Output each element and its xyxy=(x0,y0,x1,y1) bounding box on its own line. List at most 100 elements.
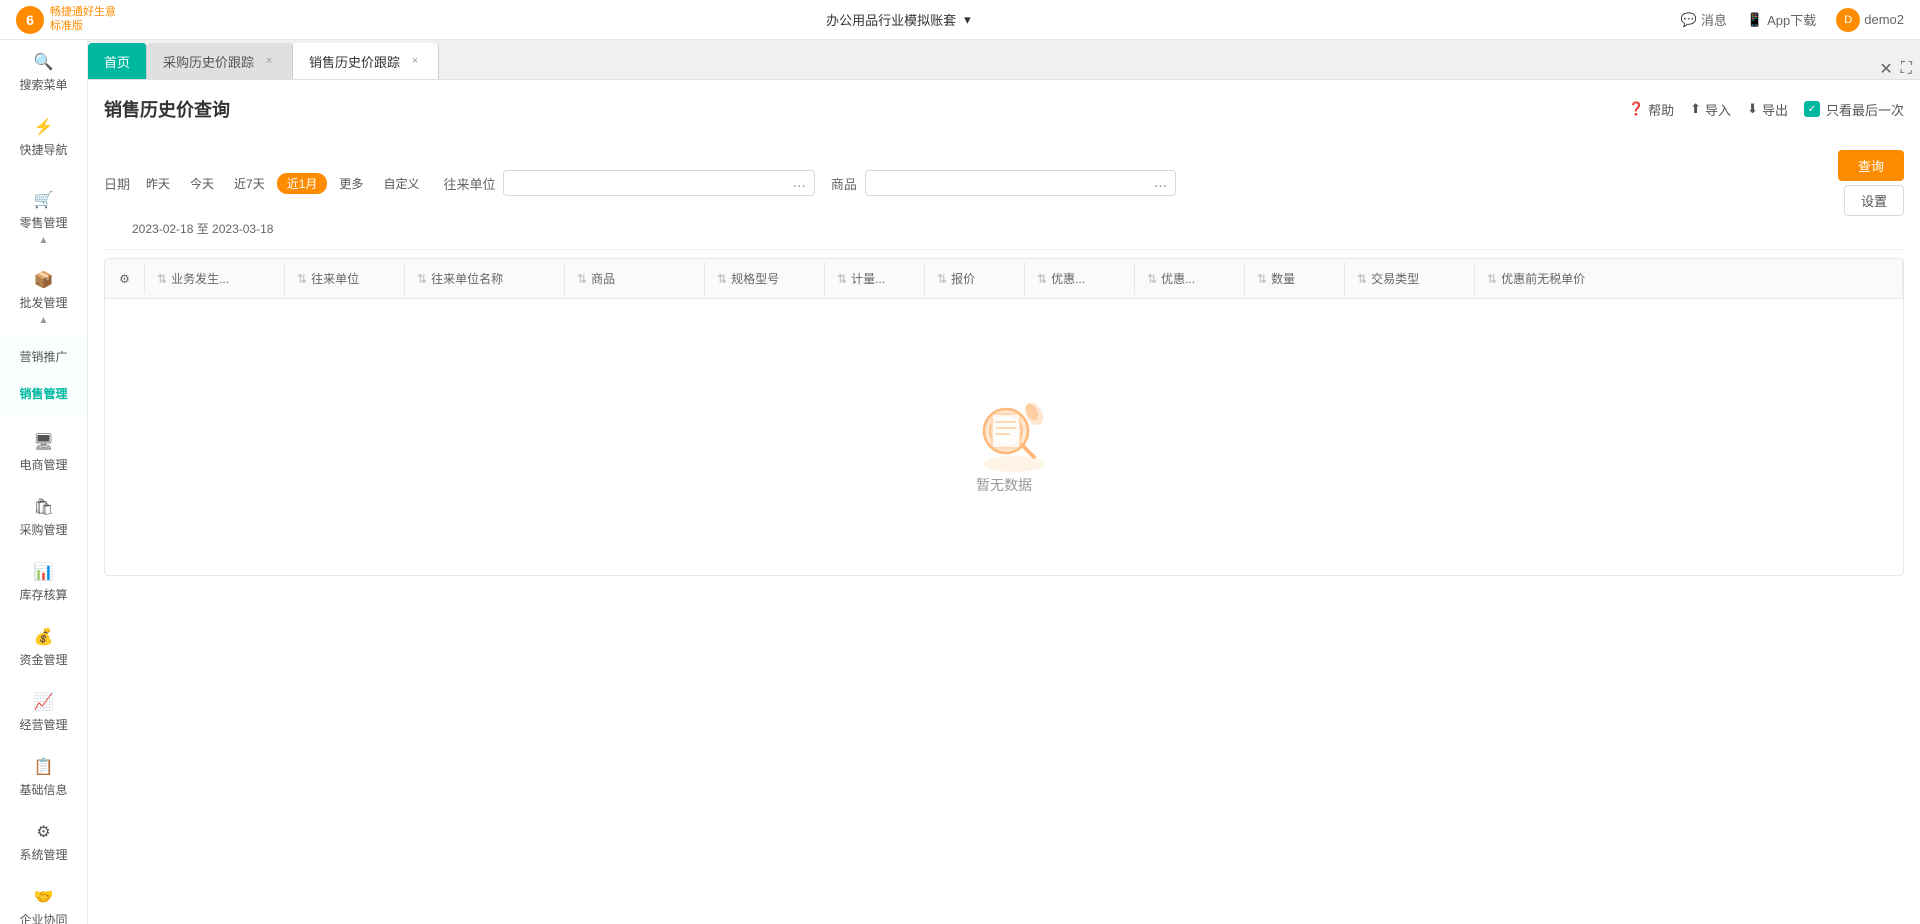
date-btn-yesterday[interactable]: 昨天 xyxy=(138,173,178,194)
th-settings[interactable]: ⚙ xyxy=(105,264,145,294)
tab-purchase-history[interactable]: 采购历史价跟踪 × xyxy=(147,43,293,79)
sidebar-item-system[interactable]: ⚙ 系统管理 xyxy=(0,810,87,875)
date-btn-custom[interactable]: 自定义 xyxy=(375,173,427,194)
last-once-checkbox[interactable]: ✓ xyxy=(1804,101,1820,117)
tab-sales-history[interactable]: 销售历史价跟踪 × xyxy=(293,43,439,79)
source-unit-label: 往来单位 xyxy=(443,174,495,193)
system-icon: ⚙ xyxy=(36,822,50,842)
sort-icon: ⇅ xyxy=(1147,272,1157,286)
export-btn[interactable]: ⬇ 导出 xyxy=(1747,100,1788,119)
th-quantity[interactable]: ⇅ 数量 xyxy=(1245,262,1345,295)
source-unit-input-wrapper[interactable]: ... xyxy=(503,170,814,196)
source-unit-input[interactable] xyxy=(512,176,792,191)
sidebar-item-ops[interactable]: 📈 经营管理 xyxy=(0,680,87,745)
sidebar-item-retail-mgmt[interactable]: 🛒 零售管理 ▲ xyxy=(0,178,87,258)
sidebar-item-label: 零售管理 xyxy=(19,214,67,231)
page-title: 销售历史价查询 xyxy=(104,96,230,122)
message-btn[interactable]: 💬 消息 xyxy=(1681,10,1727,29)
logo-area: 6 畅捷通好生意 标准版 xyxy=(16,6,116,34)
sidebar-item-label: 经营管理 xyxy=(19,716,67,733)
last-once-area[interactable]: ✓ 只看最后一次 xyxy=(1804,100,1904,119)
th-unit-code[interactable]: ⇅ 往来单位 xyxy=(285,262,405,295)
th-unit-name[interactable]: ⇅ 往来单位名称 xyxy=(405,262,565,295)
source-unit-dots[interactable]: ... xyxy=(792,174,805,192)
sidebar-item-ecommerce[interactable]: 🖥 电商管理 xyxy=(0,420,87,485)
tab-close-sales[interactable]: × xyxy=(408,54,422,68)
sidebar-sub-item-marketing[interactable]: 营销推广 xyxy=(0,338,87,375)
th-product[interactable]: ⇅ 商品 xyxy=(565,262,705,295)
th-discount2[interactable]: ⇅ 优惠... xyxy=(1135,262,1245,295)
sidebar-item-basic-info[interactable]: 📋 基础信息 xyxy=(0,745,87,810)
avatar: D xyxy=(1836,8,1860,32)
maximize-btn[interactable]: ⛶ xyxy=(1901,60,1912,78)
sort-icon: ⇅ xyxy=(937,272,947,286)
sidebar-item-label: 电商管理 xyxy=(19,456,67,473)
tab-actions: ✕ ⛶ xyxy=(1879,59,1920,79)
sidebar-item-search-menu[interactable]: 🔍 搜索菜单 xyxy=(0,40,87,105)
sidebar-item-inventory[interactable]: 📊 库存核算 xyxy=(0,550,87,615)
settings-button[interactable]: 设置 xyxy=(1844,185,1904,216)
sidebar-sub-item-sales-mgmt[interactable]: 销售管理 xyxy=(0,375,87,412)
date-btn-7days[interactable]: 近7天 xyxy=(226,173,273,194)
product-dots[interactable]: ... xyxy=(1154,174,1167,192)
purchase-history-label: 采购历史价跟踪 xyxy=(163,52,254,71)
th-discount1[interactable]: ⇅ 优惠... xyxy=(1025,262,1135,295)
tab-close-purchase[interactable]: × xyxy=(262,54,276,68)
sidebar-item-enterprise-collab[interactable]: 🤝 企业协同 xyxy=(0,875,87,924)
query-button[interactable]: 查询 xyxy=(1838,150,1904,181)
user-menu[interactable]: D demo2 xyxy=(1836,8,1904,32)
sidebar-item-quick-nav[interactable]: ⚡ 快捷导航 xyxy=(0,105,87,170)
page-actions: ❓ 帮助 ⬆ 导入 ⬇ 导出 ✓ 只看最后一次 xyxy=(1628,100,1904,119)
basic-info-icon: 📋 xyxy=(34,757,54,777)
retail-icon: 🛒 xyxy=(34,190,54,210)
arrow-icon: ▲ xyxy=(39,235,49,246)
collab-icon: 🤝 xyxy=(34,887,54,907)
date-btn-more[interactable]: 更多 xyxy=(331,173,371,194)
sidebar-item-label: 企业协同 xyxy=(19,911,67,924)
company-selector[interactable]: 办公用品行业模拟账套 ▾ xyxy=(826,10,971,29)
product-filter: 商品 ... xyxy=(831,170,1176,196)
empty-svg xyxy=(964,379,1064,479)
sort-icon: ⇅ xyxy=(297,272,307,286)
export-icon: ⬇ xyxy=(1747,101,1758,117)
tab-home[interactable]: 首页 xyxy=(88,43,147,79)
help-btn[interactable]: ❓ 帮助 xyxy=(1628,100,1674,119)
source-unit-filter: 往来单位 ... xyxy=(443,170,814,196)
tabs-bar: 首页 采购历史价跟踪 × 销售历史价跟踪 × ✕ ⛶ xyxy=(88,40,1920,80)
th-final-price[interactable]: ⇅ 优惠前无税单价 xyxy=(1475,262,1903,295)
th-trade-type[interactable]: ⇅ 交易类型 xyxy=(1345,262,1475,295)
sidebar-item-wholesale-mgmt[interactable]: 📦 批发管理 ▲ xyxy=(0,258,87,338)
product-input[interactable] xyxy=(874,176,1154,191)
sidebar-sub-items: 营销推广 销售管理 xyxy=(0,338,87,412)
th-unit-measure[interactable]: ⇅ 计量... xyxy=(825,262,925,295)
product-input-wrapper[interactable]: ... xyxy=(865,170,1176,196)
th-spec[interactable]: ⇅ 规格型号 xyxy=(705,262,825,295)
date-btn-1month[interactable]: 近1月 xyxy=(277,173,328,194)
ops-icon: 📈 xyxy=(34,692,54,712)
message-icon: 💬 xyxy=(1681,12,1697,28)
sort-icon: ⇅ xyxy=(157,272,167,286)
app-download-btn[interactable]: 📱 App下载 xyxy=(1747,10,1816,29)
th-business-date[interactable]: ⇅ 业务发生... xyxy=(145,262,285,295)
main-layout: 🔍 搜索菜单 ⚡ 快捷导航 🛒 零售管理 ▲ 📦 批发管理 ▲ 营销推广 销售管… xyxy=(0,40,1920,924)
sidebar-item-label: 快捷导航 xyxy=(19,141,67,158)
close-all-btn[interactable]: ✕ xyxy=(1879,59,1892,79)
sidebar-item-label: 采购管理 xyxy=(19,521,67,538)
home-label: 首页 xyxy=(104,52,130,71)
empty-icon xyxy=(964,379,1044,459)
product-label: 商品 xyxy=(831,174,857,193)
sidebar-item-finance[interactable]: 💰 资金管理 xyxy=(0,615,87,680)
sidebar-item-purchase[interactable]: 🛍 采购管理 xyxy=(0,485,87,550)
page-content: 销售历史价查询 ❓ 帮助 ⬆ 导入 ⬇ 导出 ✓ xyxy=(88,80,1920,924)
finance-icon: 💰 xyxy=(34,627,54,647)
sidebar-item-label: 资金管理 xyxy=(19,651,67,668)
date-range-btns: 昨天 今天 近7天 近1月 更多 自定义 xyxy=(138,173,427,194)
ecommerce-icon: 🖥 xyxy=(33,432,53,452)
table-container: ⚙ ⇅ 业务发生... ⇅ 往来单位 ⇅ 往来单位名称 xyxy=(104,258,1904,576)
filter-action-btns: 查询 设置 xyxy=(1838,150,1904,216)
import-btn[interactable]: ⬆ 导入 xyxy=(1690,100,1731,119)
purchase-icon: 🛍 xyxy=(33,497,53,517)
sort-icon: ⇅ xyxy=(1257,272,1267,286)
th-quoted-price[interactable]: ⇅ 报价 xyxy=(925,262,1025,295)
date-btn-today[interactable]: 今天 xyxy=(182,173,222,194)
